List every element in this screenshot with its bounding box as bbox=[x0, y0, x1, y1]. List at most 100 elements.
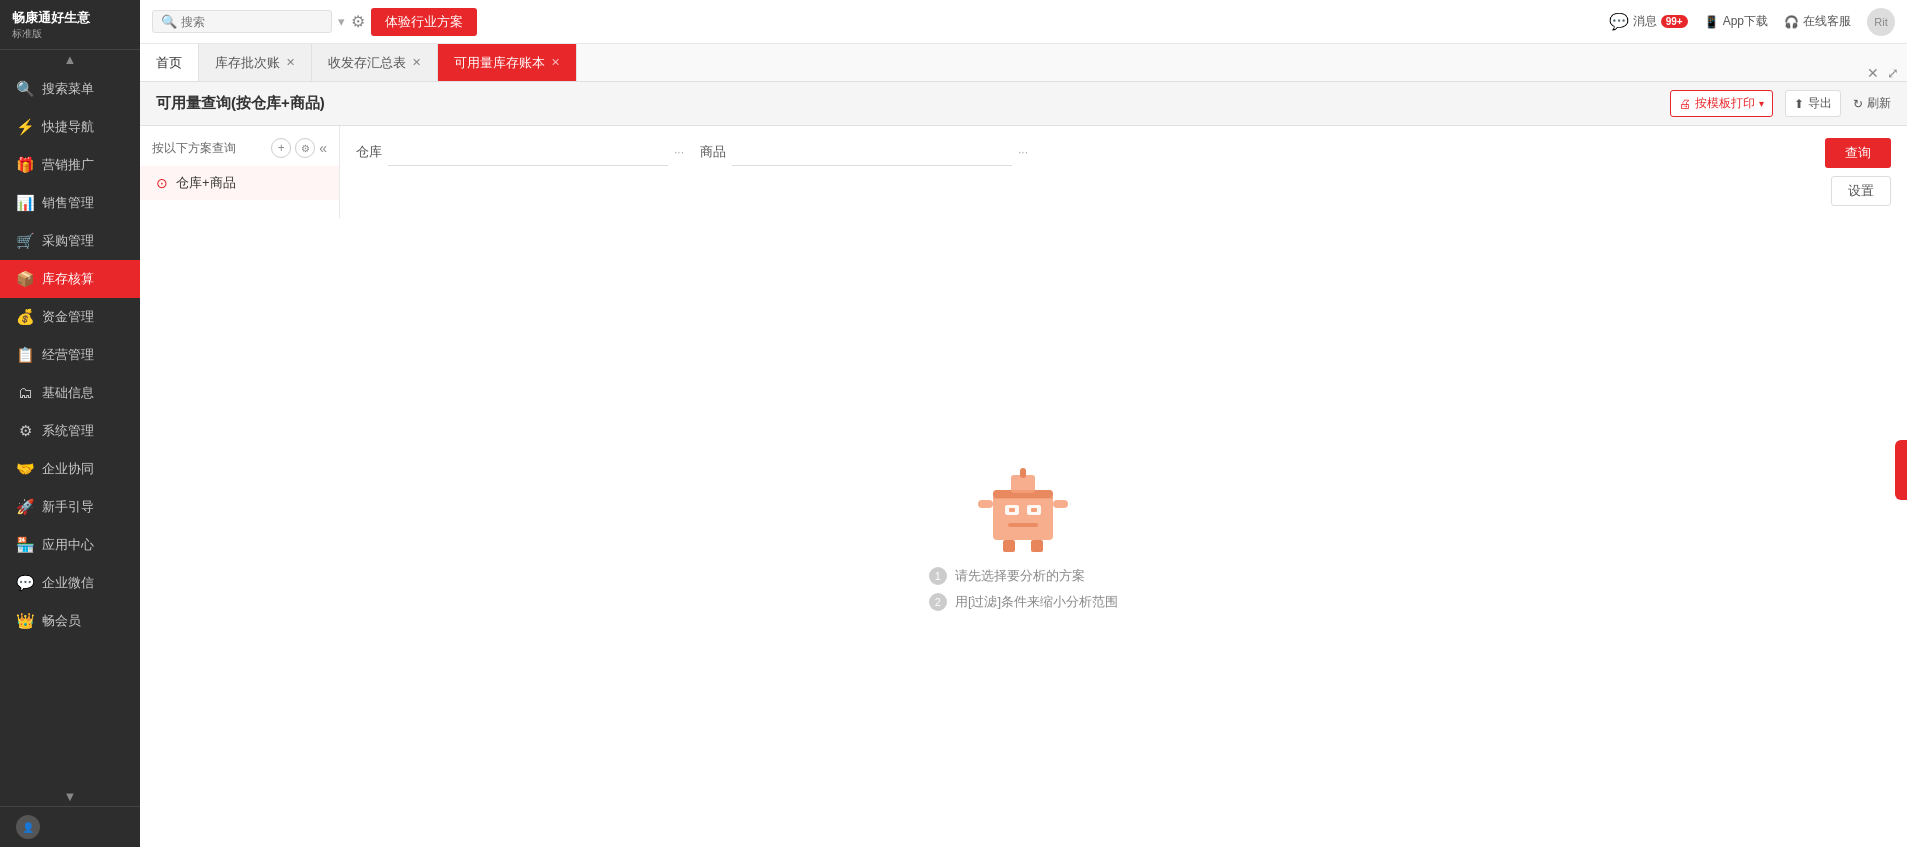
close-all-tabs-icon[interactable]: ✕ bbox=[1867, 65, 1879, 81]
industry-solution-button[interactable]: 体验行业方案 bbox=[371, 8, 477, 36]
page-header-actions: 🖨 按模板打印 ▾ ⬆ 导出 ↻ 刷新 bbox=[1670, 90, 1891, 117]
app-name: 畅康通好生意 bbox=[12, 10, 128, 27]
warehouse-field: 仓库 ··· bbox=[356, 138, 684, 166]
app-download-btn[interactable]: 📱 App下载 bbox=[1704, 13, 1768, 30]
sidebar-item-cooperation[interactable]: 🤝 企业协同 bbox=[0, 450, 140, 488]
collapse-scheme-icon[interactable]: « bbox=[319, 140, 327, 156]
sidebar-scroll-down[interactable]: ▼ bbox=[0, 786, 140, 806]
scheme-header-label: 按以下方案查询 bbox=[152, 140, 236, 157]
hint-1: 1 请先选择要分析的方案 bbox=[929, 567, 1118, 585]
tab-controls: ✕ ⤢ bbox=[1859, 65, 1907, 81]
warehouse-label: 仓库 bbox=[356, 143, 382, 161]
chart-icon: 📊 bbox=[16, 194, 34, 212]
sidebar-item-search[interactable]: 🔍 搜索菜单 bbox=[0, 70, 140, 108]
search-icon: 🔍 bbox=[16, 80, 34, 98]
refresh-button[interactable]: ↻ 刷新 bbox=[1853, 95, 1891, 112]
sidebar-item-wechat[interactable]: 💬 企业微信 bbox=[0, 564, 140, 602]
online-service-btn[interactable]: 🎧 在线客服 bbox=[1784, 13, 1851, 30]
empty-illustration bbox=[973, 455, 1073, 555]
dropdown-icon[interactable]: ▾ bbox=[338, 14, 345, 29]
basic-icon: 🗂 bbox=[16, 384, 34, 402]
sidebar-item-basic[interactable]: 🗂 基础信息 bbox=[0, 374, 140, 412]
tab-collect-label: 收发存汇总表 bbox=[328, 54, 406, 72]
tab-available-close[interactable]: ✕ bbox=[551, 56, 560, 69]
print-dropdown-icon[interactable]: ▾ bbox=[1759, 98, 1764, 109]
sidebar-item-label: 销售管理 bbox=[42, 194, 94, 212]
tab-bar: 首页 库存批次账 ✕ 收发存汇总表 ✕ 可用量库存账本 ✕ ✕ ⤢ bbox=[140, 44, 1907, 82]
tab-batch[interactable]: 库存批次账 ✕ bbox=[199, 44, 312, 81]
svg-rect-7 bbox=[978, 500, 993, 508]
tab-home[interactable]: 首页 bbox=[140, 44, 199, 81]
empty-hints: 1 请先选择要分析的方案 2 用[过滤]条件来缩小分析范围 bbox=[929, 567, 1118, 611]
top-bar-right: 💬 消息 99+ 📱 App下载 🎧 在线客服 Rit bbox=[1609, 8, 1895, 36]
scheme-settings-button[interactable]: ⚙ bbox=[295, 138, 315, 158]
warehouse-more-icon[interactable]: ··· bbox=[674, 145, 684, 159]
product-input[interactable] bbox=[732, 138, 1012, 166]
search-input[interactable] bbox=[181, 15, 301, 29]
right-scroll-indicator[interactable] bbox=[1895, 440, 1907, 500]
wechat-icon: 💬 bbox=[16, 574, 34, 592]
operations-icon: 📋 bbox=[16, 346, 34, 364]
sidebar-item-inventory[interactable]: 📦 库存核算 bbox=[0, 260, 140, 298]
tab-collect-close[interactable]: ✕ bbox=[412, 56, 421, 69]
appstore-icon: 🏪 bbox=[16, 536, 34, 554]
tab-available[interactable]: 可用量库存账本 ✕ bbox=[438, 44, 577, 81]
add-scheme-button[interactable]: + bbox=[271, 138, 291, 158]
svg-rect-10 bbox=[1020, 468, 1026, 478]
tab-collect[interactable]: 收发存汇总表 ✕ bbox=[312, 44, 438, 81]
maximize-icon[interactable]: ⤢ bbox=[1887, 65, 1899, 81]
product-field: 商品 ··· bbox=[700, 138, 1028, 166]
top-bar-left: 🔍 ▾ ⚙ 体验行业方案 bbox=[152, 8, 1601, 36]
print-button[interactable]: 🖨 按模板打印 ▾ bbox=[1670, 90, 1773, 117]
sidebar-item-marketing[interactable]: 🎁 营销推广 bbox=[0, 146, 140, 184]
sidebar-item-label: 库存核算 bbox=[42, 270, 94, 288]
query-settings-button[interactable]: 设置 bbox=[1831, 176, 1891, 206]
product-more-icon[interactable]: ··· bbox=[1018, 145, 1028, 159]
tab-batch-label: 库存批次账 bbox=[215, 54, 280, 72]
top-bar: 🔍 ▾ ⚙ 体验行业方案 💬 消息 99+ 📱 App下载 🎧 在线客服 Ri bbox=[140, 0, 1907, 44]
settings-icon[interactable]: ⚙ bbox=[351, 12, 365, 31]
warehouse-input[interactable] bbox=[388, 138, 668, 166]
scheme-item-warehouse-product[interactable]: ⊙ 仓库+商品 bbox=[140, 166, 339, 200]
sidebar-item-label: 基础信息 bbox=[42, 384, 94, 402]
sidebar-item-newbie[interactable]: 🚀 新手引导 bbox=[0, 488, 140, 526]
sidebar-logo: 畅康通好生意 标准版 bbox=[0, 0, 140, 50]
tab-batch-close[interactable]: ✕ bbox=[286, 56, 295, 69]
sidebar-item-operations[interactable]: 📋 经营管理 bbox=[0, 336, 140, 374]
filter-area: 仓库 ··· 商品 ··· 查询 bbox=[340, 126, 1907, 218]
search-icon: 🔍 bbox=[161, 14, 177, 29]
app-download-label: App下载 bbox=[1723, 13, 1768, 30]
sidebar-item-purchase[interactable]: 🛒 采购管理 bbox=[0, 222, 140, 260]
printer-icon: 🖨 bbox=[1679, 97, 1691, 111]
print-label: 按模板打印 bbox=[1695, 95, 1755, 112]
search-box[interactable]: 🔍 bbox=[152, 10, 332, 33]
sidebar-item-member[interactable]: 👑 畅会员 bbox=[0, 602, 140, 640]
scheme-sidebar: 按以下方案查询 + ⚙ « ⊙ 仓库+商品 bbox=[140, 126, 340, 218]
sidebar-scroll-up[interactable]: ▲ bbox=[0, 50, 140, 70]
shortcut-icon: ⚡ bbox=[16, 118, 34, 136]
export-button[interactable]: ⬆ 导出 bbox=[1785, 90, 1841, 117]
newbie-icon: 🚀 bbox=[16, 498, 34, 516]
sidebar-item-label: 企业微信 bbox=[42, 574, 94, 592]
sidebar-item-label: 畅会员 bbox=[42, 612, 81, 630]
tab-home-label: 首页 bbox=[156, 54, 182, 72]
notification-area[interactable]: 💬 消息 99+ bbox=[1609, 12, 1688, 31]
sidebar-item-shortcut[interactable]: ⚡ 快捷导航 bbox=[0, 108, 140, 146]
svg-rect-8 bbox=[1053, 500, 1068, 508]
cart-icon: 🛒 bbox=[16, 232, 34, 250]
user-name: Rit bbox=[1874, 16, 1887, 28]
user-avatar[interactable]: Rit bbox=[1867, 8, 1895, 36]
query-button[interactable]: 查询 bbox=[1825, 138, 1891, 168]
sidebar-item-system[interactable]: ⚙ 系统管理 bbox=[0, 412, 140, 450]
svg-rect-4 bbox=[1009, 508, 1015, 512]
gift-icon: 🎁 bbox=[16, 156, 34, 174]
svg-rect-12 bbox=[1031, 540, 1043, 552]
page-title: 可用量查询(按仓库+商品) bbox=[156, 94, 1670, 113]
table-area: 1 请先选择要分析的方案 2 用[过滤]条件来缩小分析范围 bbox=[140, 218, 1907, 847]
sidebar-item-sales[interactable]: 📊 销售管理 bbox=[0, 184, 140, 222]
sidebar-item-label: 经营管理 bbox=[42, 346, 94, 364]
sidebar-item-appstore[interactable]: 🏪 应用中心 bbox=[0, 526, 140, 564]
notification-label: 消息 bbox=[1633, 13, 1657, 30]
hint-2: 2 用[过滤]条件来缩小分析范围 bbox=[929, 593, 1118, 611]
sidebar-item-finance[interactable]: 💰 资金管理 bbox=[0, 298, 140, 336]
